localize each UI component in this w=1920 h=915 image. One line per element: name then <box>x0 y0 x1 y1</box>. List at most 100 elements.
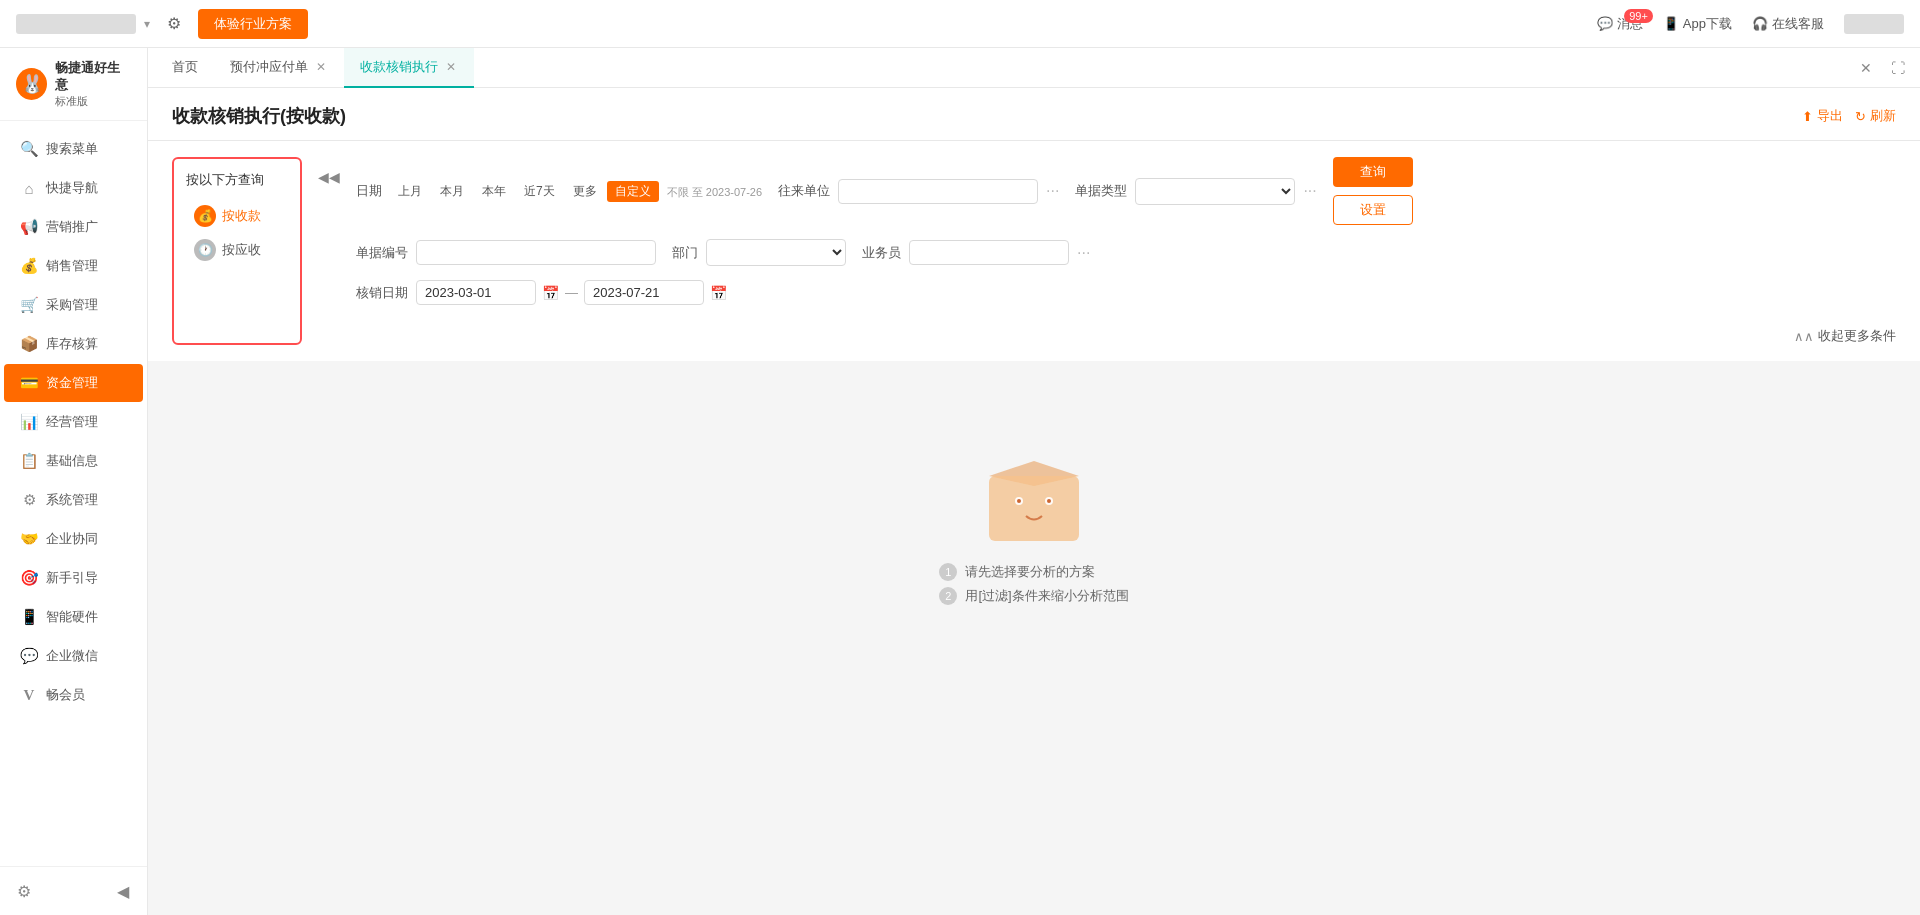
receipt-icon: 💰 <box>194 205 216 227</box>
chevron-up-icon: ∧∧ <box>1794 329 1814 344</box>
sidebar-item-operation[interactable]: 📊 经营管理 <box>4 403 143 441</box>
sidebar-item-finance[interactable]: 💳 资金管理 <box>4 364 143 402</box>
top-bar-right: 💬 消息 99+ 📱 App下载 🎧 在线客服 <box>1597 14 1904 34</box>
filter-right-panel: 日期 上月 本月 本年 近7天 更多 自定义 不限 至 2023-07-26 <box>356 157 1896 345</box>
date-tab-this-year[interactable]: 本年 <box>474 181 514 202</box>
settings-gear-button[interactable]: ⚙ <box>158 8 190 40</box>
export-icon: ⬆ <box>1802 109 1813 124</box>
sidebar-item-enterprise[interactable]: 🤝 企业协同 <box>4 520 143 558</box>
sidebar-label-operation: 经营管理 <box>46 413 98 431</box>
order-no-input[interactable] <box>416 240 656 265</box>
filter-option-by-receipt[interactable]: 💰 按收款 <box>186 199 288 233</box>
verify-date-end-input[interactable] <box>584 280 704 305</box>
sidebar-item-basic[interactable]: 📋 基础信息 <box>4 442 143 480</box>
filter-option-by-receivable[interactable]: 🕐 按应收 <box>186 233 288 267</box>
verify-date-start-calendar-icon[interactable]: 📅 <box>542 285 559 301</box>
sidebar-bottom: ⚙ ◀ <box>0 866 147 915</box>
tab-collection-close-icon[interactable]: ✕ <box>444 58 458 76</box>
sidebar-collapse-button[interactable]: ◀ <box>107 875 139 907</box>
sidebar-item-search[interactable]: 🔍 搜索菜单 <box>4 130 143 168</box>
page-content: 收款核销执行(按收款) ⬆ 导出 ↻ 刷新 按以下方查询 <box>148 88 1920 915</box>
empty-text-area: 1 请先选择要分析的方案 2 用[过滤]条件来缩小分析范围 <box>939 563 1128 611</box>
app-download-label: App下载 <box>1683 15 1732 33</box>
sidebar-item-shortcut[interactable]: ⌂ 快捷导航 <box>4 169 143 207</box>
date-tabs: 上月 本月 本年 近7天 更多 自定义 <box>390 181 659 202</box>
verify-date-field: 核销日期 📅 — 📅 <box>356 280 727 305</box>
tab-close-all-button[interactable]: ✕ <box>1852 54 1880 82</box>
filter-panel: 按以下方查询 💰 按收款 🕐 按应收 ◀◀ <box>148 141 1920 361</box>
refresh-label: 刷新 <box>1870 107 1896 125</box>
verify-date-end-calendar-icon[interactable]: 📅 <box>710 285 727 301</box>
tab-home-label: 首页 <box>172 58 198 76</box>
empty-step-1-label: 请先选择要分析的方案 <box>965 563 1095 581</box>
page-header: 收款核销执行(按收款) ⬆ 导出 ↻ 刷新 <box>148 88 1920 141</box>
sidebar-item-weixin[interactable]: 💬 企业微信 <box>4 637 143 675</box>
date-tab-custom[interactable]: 自定义 <box>607 181 659 202</box>
app-download-button[interactable]: 📱 App下载 <box>1663 15 1732 33</box>
sidebar-item-purchase[interactable]: 🛒 采购管理 <box>4 286 143 324</box>
step-1-number: 1 <box>939 563 957 581</box>
logo-text: 畅捷通好生意 标准版 <box>55 60 131 108</box>
collapse-more-button[interactable]: ∧∧ 收起更多条件 <box>1794 327 1896 345</box>
tab-home[interactable]: 首页 <box>156 48 214 88</box>
online-service-button[interactable]: 🎧 在线客服 <box>1752 15 1824 33</box>
department-label: 部门 <box>672 244 698 262</box>
sidebar-label-purchase: 采购管理 <box>46 296 98 314</box>
hardware-icon: 📱 <box>20 608 38 626</box>
top-bar: ▾ ⚙ 体验行业方案 💬 消息 99+ 📱 App下载 🎧 在线客服 <box>0 0 1920 48</box>
app-name-blur <box>16 14 136 34</box>
date-tab-last-month[interactable]: 上月 <box>390 181 430 202</box>
date-label: 日期 <box>356 182 382 200</box>
refresh-button[interactable]: ↻ 刷新 <box>1855 107 1896 125</box>
counterparty-input[interactable] <box>838 179 1038 204</box>
sidebar-logo: 🐰 畅捷通好生意 标准版 <box>0 48 147 121</box>
date-tab-more[interactable]: 更多 <box>565 181 605 202</box>
content-area: 首页 预付冲应付单 ✕ 收款核销执行 ✕ ✕ ⛶ 收款核销执行(按收款) <box>148 48 1920 915</box>
order-type-more-icon[interactable]: ··· <box>1303 182 1316 200</box>
message-button[interactable]: 💬 消息 99+ <box>1597 15 1643 33</box>
empty-step-2-label: 用[过滤]条件来缩小分析范围 <box>965 587 1128 605</box>
sidebar-item-member[interactable]: V 畅会员 <box>4 676 143 714</box>
sales-icon: 💰 <box>20 257 38 275</box>
chart-icon: 📊 <box>20 413 38 431</box>
logo-icon: 🐰 <box>16 68 47 100</box>
tab-maximize-button[interactable]: ⛶ <box>1884 54 1912 82</box>
setting-button[interactable]: 设置 <box>1333 195 1413 225</box>
filter-left-title: 按以下方查询 <box>186 171 288 189</box>
empty-step-2: 2 用[过滤]条件来缩小分析范围 <box>939 587 1128 605</box>
sidebar-item-inventory[interactable]: 📦 库存核算 <box>4 325 143 363</box>
chat-icon: 💬 <box>20 647 38 665</box>
verify-date-label: 核销日期 <box>356 284 408 302</box>
list-icon: 📋 <box>20 452 38 470</box>
date-field: 日期 上月 本月 本年 近7天 更多 自定义 不限 至 2023-07-26 <box>356 181 762 202</box>
tab-collection[interactable]: 收款核销执行 ✕ <box>344 48 474 88</box>
phone-icon: 📱 <box>1663 16 1679 31</box>
sidebar-item-sales[interactable]: 💰 销售管理 <box>4 247 143 285</box>
sidebar-label-enterprise: 企业协同 <box>46 530 98 548</box>
sidebar-item-guide[interactable]: 🎯 新手引导 <box>4 559 143 597</box>
date-tab-7days[interactable]: 近7天 <box>516 181 563 202</box>
date-tab-this-month[interactable]: 本月 <box>432 181 472 202</box>
dropdown-arrow-icon[interactable]: ▾ <box>144 17 150 31</box>
filter-collapse-button[interactable]: ◀◀ <box>318 169 340 185</box>
logo-sub: 标准版 <box>55 94 131 108</box>
query-button[interactable]: 查询 <box>1333 157 1413 187</box>
sidebar-item-marketing[interactable]: 📢 营销推广 <box>4 208 143 246</box>
counterparty-more-icon[interactable]: ··· <box>1046 182 1059 200</box>
order-type-select[interactable] <box>1135 178 1295 205</box>
export-button[interactable]: ⬆ 导出 <box>1802 107 1843 125</box>
staff-more-icon[interactable]: ··· <box>1077 244 1090 262</box>
department-select[interactable] <box>706 239 846 266</box>
industry-solution-button[interactable]: 体验行业方案 <box>198 9 308 39</box>
tab-prepay-close-icon[interactable]: ✕ <box>314 58 328 76</box>
logo-title: 畅捷通好生意 <box>55 60 131 94</box>
sidebar-item-hardware[interactable]: 📱 智能硬件 <box>4 598 143 636</box>
sidebar-settings-button[interactable]: ⚙ <box>8 875 40 907</box>
sidebar-label-basic: 基础信息 <box>46 452 98 470</box>
sidebar-label-system: 系统管理 <box>46 491 98 509</box>
sidebar-item-system[interactable]: ⚙ 系统管理 <box>4 481 143 519</box>
staff-input[interactable] <box>909 240 1069 265</box>
date-range-dash: — <box>565 285 578 300</box>
verify-date-start-input[interactable] <box>416 280 536 305</box>
tab-prepay[interactable]: 预付冲应付单 ✕ <box>214 48 344 88</box>
